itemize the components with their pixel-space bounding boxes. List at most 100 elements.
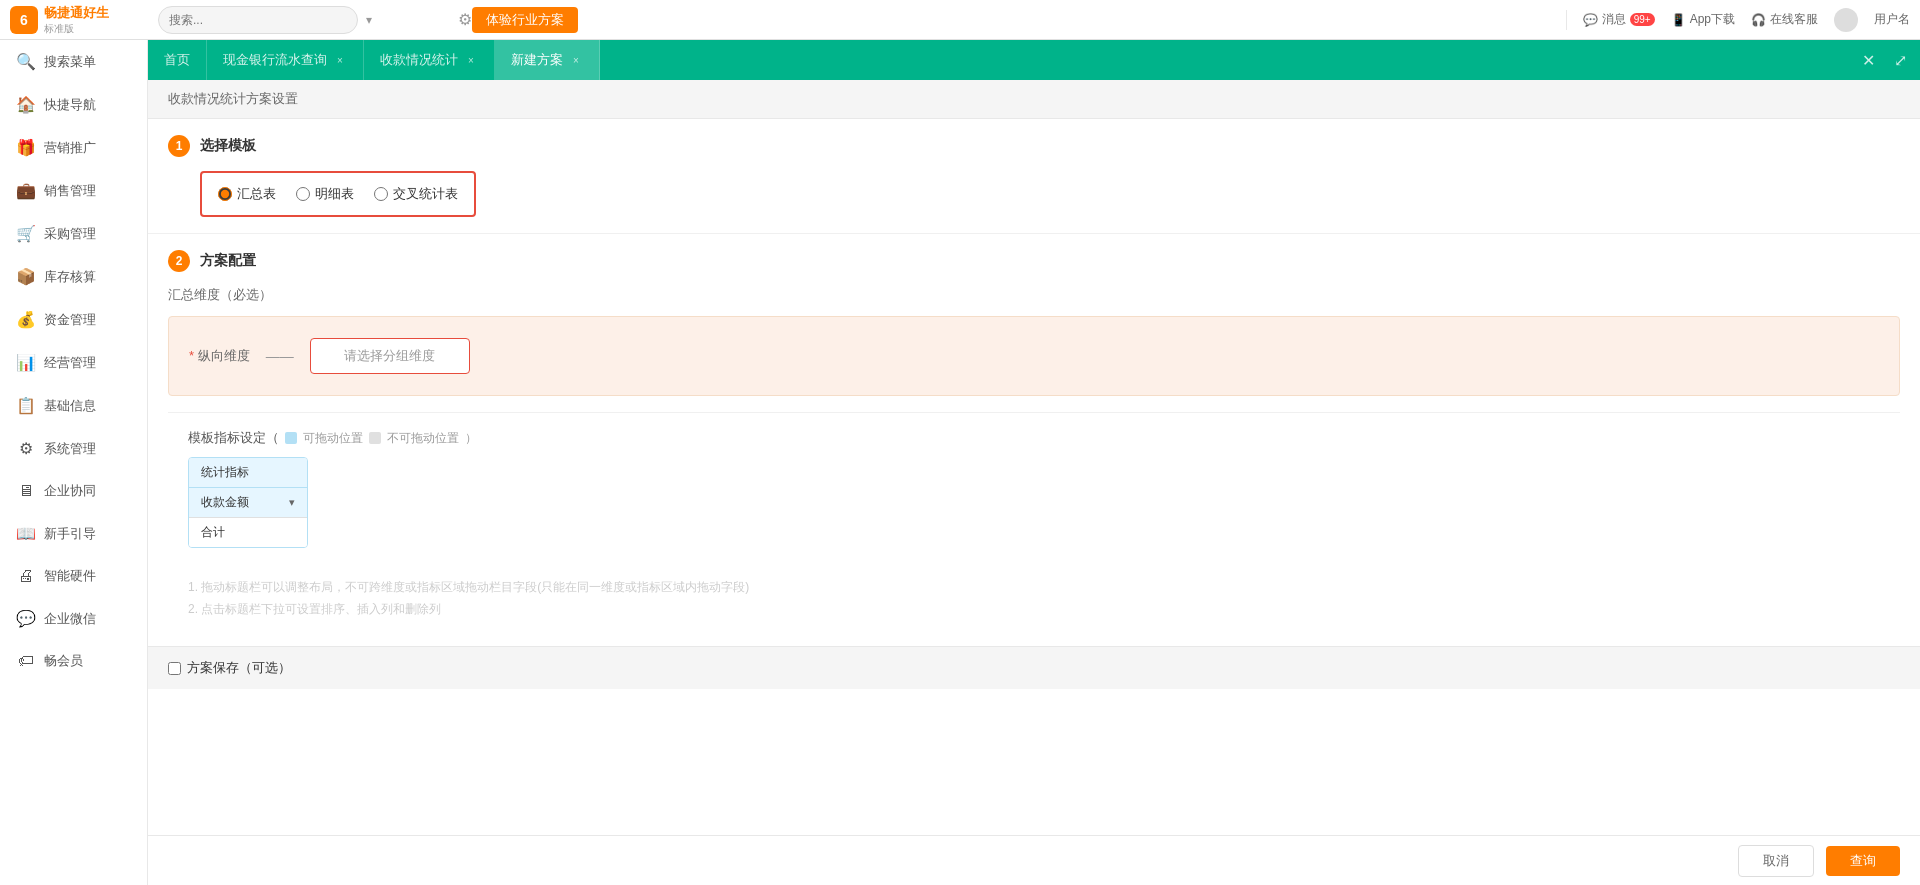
wechat-icon: 💬 xyxy=(16,609,36,628)
radio-summary-input[interactable] xyxy=(218,187,232,201)
cancel-button[interactable]: 取消 xyxy=(1738,845,1814,877)
tab-bank-flow[interactable]: 现金银行流水查询 × xyxy=(207,40,364,80)
radio-detail-input[interactable] xyxy=(296,187,310,201)
save-section: 方案保存（可选） xyxy=(148,646,1920,689)
sidebar-item-marketing[interactable]: 🎁 营销推广 xyxy=(0,126,147,169)
sidebar-item-label: 企业微信 xyxy=(44,610,96,628)
dimension-section-title: 汇总维度（必选） xyxy=(168,286,1900,304)
metrics-header-row: 模板指标设定（ 可拖动位置 不可拖动位置 ） xyxy=(188,429,1880,447)
search-input[interactable] xyxy=(158,6,358,34)
radio-summary-label: 汇总表 xyxy=(237,185,276,203)
sidebar-item-sales[interactable]: 💼 销售管理 xyxy=(0,169,147,212)
radio-cross[interactable]: 交叉统计表 xyxy=(374,185,458,203)
trial-button[interactable]: 体验行业方案 xyxy=(472,7,578,33)
metrics-paren-close: ） xyxy=(465,430,477,447)
user-avatar[interactable] xyxy=(1834,8,1858,32)
step2-title: 方案配置 xyxy=(200,252,256,270)
close-window-btn[interactable]: ✕ xyxy=(1856,48,1880,72)
sidebar-item-label: 资金管理 xyxy=(44,311,96,329)
sidebar-item-label: 销售管理 xyxy=(44,182,96,200)
tab-close-collection-stats[interactable]: × xyxy=(464,53,478,67)
metrics-row-collection-amount[interactable]: 收款金额 ▾ xyxy=(189,488,307,517)
tab-new-plan[interactable]: 新建方案 × xyxy=(495,40,600,80)
fixed-legend-dot xyxy=(369,432,381,444)
inventory-icon: 📦 xyxy=(16,267,36,286)
sidebar-item-basic-info[interactable]: 📋 基础信息 xyxy=(0,384,147,427)
logo-icon: 6 xyxy=(10,6,38,34)
sidebar-item-label: 库存核算 xyxy=(44,268,96,286)
sidebar-item-search-menu[interactable]: 🔍 搜索菜单 xyxy=(0,40,147,83)
sidebar-item-system[interactable]: ⚙ 系统管理 xyxy=(0,427,147,470)
metrics-table: 统计指标 收款金额 ▾ 合计 xyxy=(188,457,308,548)
logo-sub: 标准版 xyxy=(44,22,109,36)
download-icon: 📱 xyxy=(1671,13,1686,27)
sidebar-item-operations[interactable]: 📊 经营管理 xyxy=(0,341,147,384)
online-service-btn[interactable]: 🎧 在线客服 xyxy=(1751,11,1818,28)
radio-detail[interactable]: 明细表 xyxy=(296,185,354,203)
radio-cross-label: 交叉统计表 xyxy=(393,185,458,203)
sidebar-item-label: 新手引导 xyxy=(44,525,96,543)
sidebar-item-quick-nav[interactable]: 🏠 快捷导航 xyxy=(0,83,147,126)
maximize-btn[interactable]: ⤢ xyxy=(1888,48,1912,72)
draggable-legend-label: 可拖动位置 xyxy=(303,430,363,447)
step1-number: 1 xyxy=(168,135,190,157)
sidebar-item-guide[interactable]: 📖 新手引导 xyxy=(0,512,147,555)
sidebar-item-wechat[interactable]: 💬 企业微信 xyxy=(0,597,147,640)
template-radio-group: 汇总表 明细表 交叉统计表 xyxy=(218,185,458,203)
operations-icon: 📊 xyxy=(16,353,36,372)
tips-section: 1. 拖动标题栏可以调整布局，不可跨维度或指标区域拖动栏目字段(只能在同一维度或… xyxy=(168,567,1900,630)
main-layout: 🔍 搜索菜单 🏠 快捷导航 🎁 营销推广 💼 销售管理 🛒 采购管理 📦 库存核… xyxy=(0,40,1920,885)
tab-bar: 首页 现金银行流水查询 × 收款情况统计 × 新建方案 × ✕ ⤢ xyxy=(148,40,1920,80)
message-icon: 💬 xyxy=(1583,13,1598,27)
app-download-btn[interactable]: 📱 App下载 xyxy=(1671,11,1735,28)
tab-collection-stats[interactable]: 收款情况统计 × xyxy=(364,40,495,80)
tab-home[interactable]: 首页 xyxy=(148,40,207,80)
dimension-select[interactable]: 请选择分组维度 xyxy=(310,338,470,374)
sidebar-item-inventory[interactable]: 📦 库存核算 xyxy=(0,255,147,298)
header-actions: 💬 消息 99+ 📱 App下载 🎧 在线客服 用户名 xyxy=(1566,8,1910,32)
sidebar: 🔍 搜索菜单 🏠 快捷导航 🎁 营销推广 💼 销售管理 🛒 采购管理 📦 库存核… xyxy=(0,40,148,885)
enterprise-icon: 🖥 xyxy=(16,482,36,500)
query-button[interactable]: 查询 xyxy=(1826,846,1900,876)
top-header: 6 畅捷通好生 标准版 ▾ ⚙ 体验行业方案 💬 消息 99+ 📱 App下载 … xyxy=(0,0,1920,40)
guide-icon: 📖 xyxy=(16,524,36,543)
tab-close-new-plan[interactable]: × xyxy=(569,53,583,67)
sidebar-item-finance[interactable]: 💰 资金管理 xyxy=(0,298,147,341)
gear-icon[interactable]: ⚙ xyxy=(458,10,472,29)
page-title-bar: 收款情况统计方案设置 xyxy=(148,80,1920,119)
tip2: 2. 点击标题栏下拉可设置排序、插入列和删除列 xyxy=(188,599,1880,621)
dimension-container: 汇总维度（必选） * 纵向维度 —— 请选择分组维度 xyxy=(168,286,1900,412)
sidebar-item-purchase[interactable]: 🛒 采购管理 xyxy=(0,212,147,255)
dimension-row: * 纵向维度 —— 请选择分组维度 xyxy=(189,338,470,374)
sidebar-item-smart-hardware[interactable]: 🖨 智能硬件 xyxy=(0,555,147,597)
dropdown-icon[interactable]: ▾ xyxy=(366,13,372,27)
service-icon: 🎧 xyxy=(1751,13,1766,27)
logo-area: 6 畅捷通好生 标准版 xyxy=(10,4,158,36)
save-checkbox[interactable] xyxy=(168,662,181,675)
page-content: 收款情况统计方案设置 1 选择模板 汇总表 xyxy=(148,80,1920,885)
tab-close-bank-flow[interactable]: × xyxy=(333,53,347,67)
chevron-down-icon: ▾ xyxy=(289,496,295,509)
bottom-bar: 取消 查询 xyxy=(148,835,1920,885)
save-label[interactable]: 方案保存（可选） xyxy=(168,659,291,677)
members-icon: 🏷 xyxy=(16,652,36,670)
metrics-footer-total: 合计 xyxy=(189,517,307,547)
sidebar-item-label: 营销推广 xyxy=(44,139,96,157)
radio-cross-input[interactable] xyxy=(374,187,388,201)
marketing-icon: 🎁 xyxy=(16,138,36,157)
quick-nav-icon: 🏠 xyxy=(16,95,36,114)
basic-info-icon: 📋 xyxy=(16,396,36,415)
template-selection-box: 汇总表 明细表 交叉统计表 xyxy=(200,171,476,217)
arrow-right-icon: —— xyxy=(266,348,294,364)
sidebar-item-enterprise[interactable]: 🖥 企业协同 xyxy=(0,470,147,512)
sidebar-item-label: 基础信息 xyxy=(44,397,96,415)
search-menu-icon: 🔍 xyxy=(16,52,36,71)
dimension-area: * 纵向维度 —— 请选择分组维度 xyxy=(168,316,1900,396)
sidebar-item-members[interactable]: 🏷 畅会员 xyxy=(0,640,147,682)
step2-section: 2 方案配置 汇总维度（必选） * 纵向维度 —— xyxy=(148,233,1920,646)
notification-btn[interactable]: 💬 消息 99+ xyxy=(1583,11,1655,28)
sidebar-item-label: 智能硬件 xyxy=(44,567,96,585)
radio-summary[interactable]: 汇总表 xyxy=(218,185,276,203)
page-title: 收款情况统计方案设置 xyxy=(168,91,298,106)
content-area: 首页 现金银行流水查询 × 收款情况统计 × 新建方案 × ✕ ⤢ xyxy=(148,40,1920,885)
